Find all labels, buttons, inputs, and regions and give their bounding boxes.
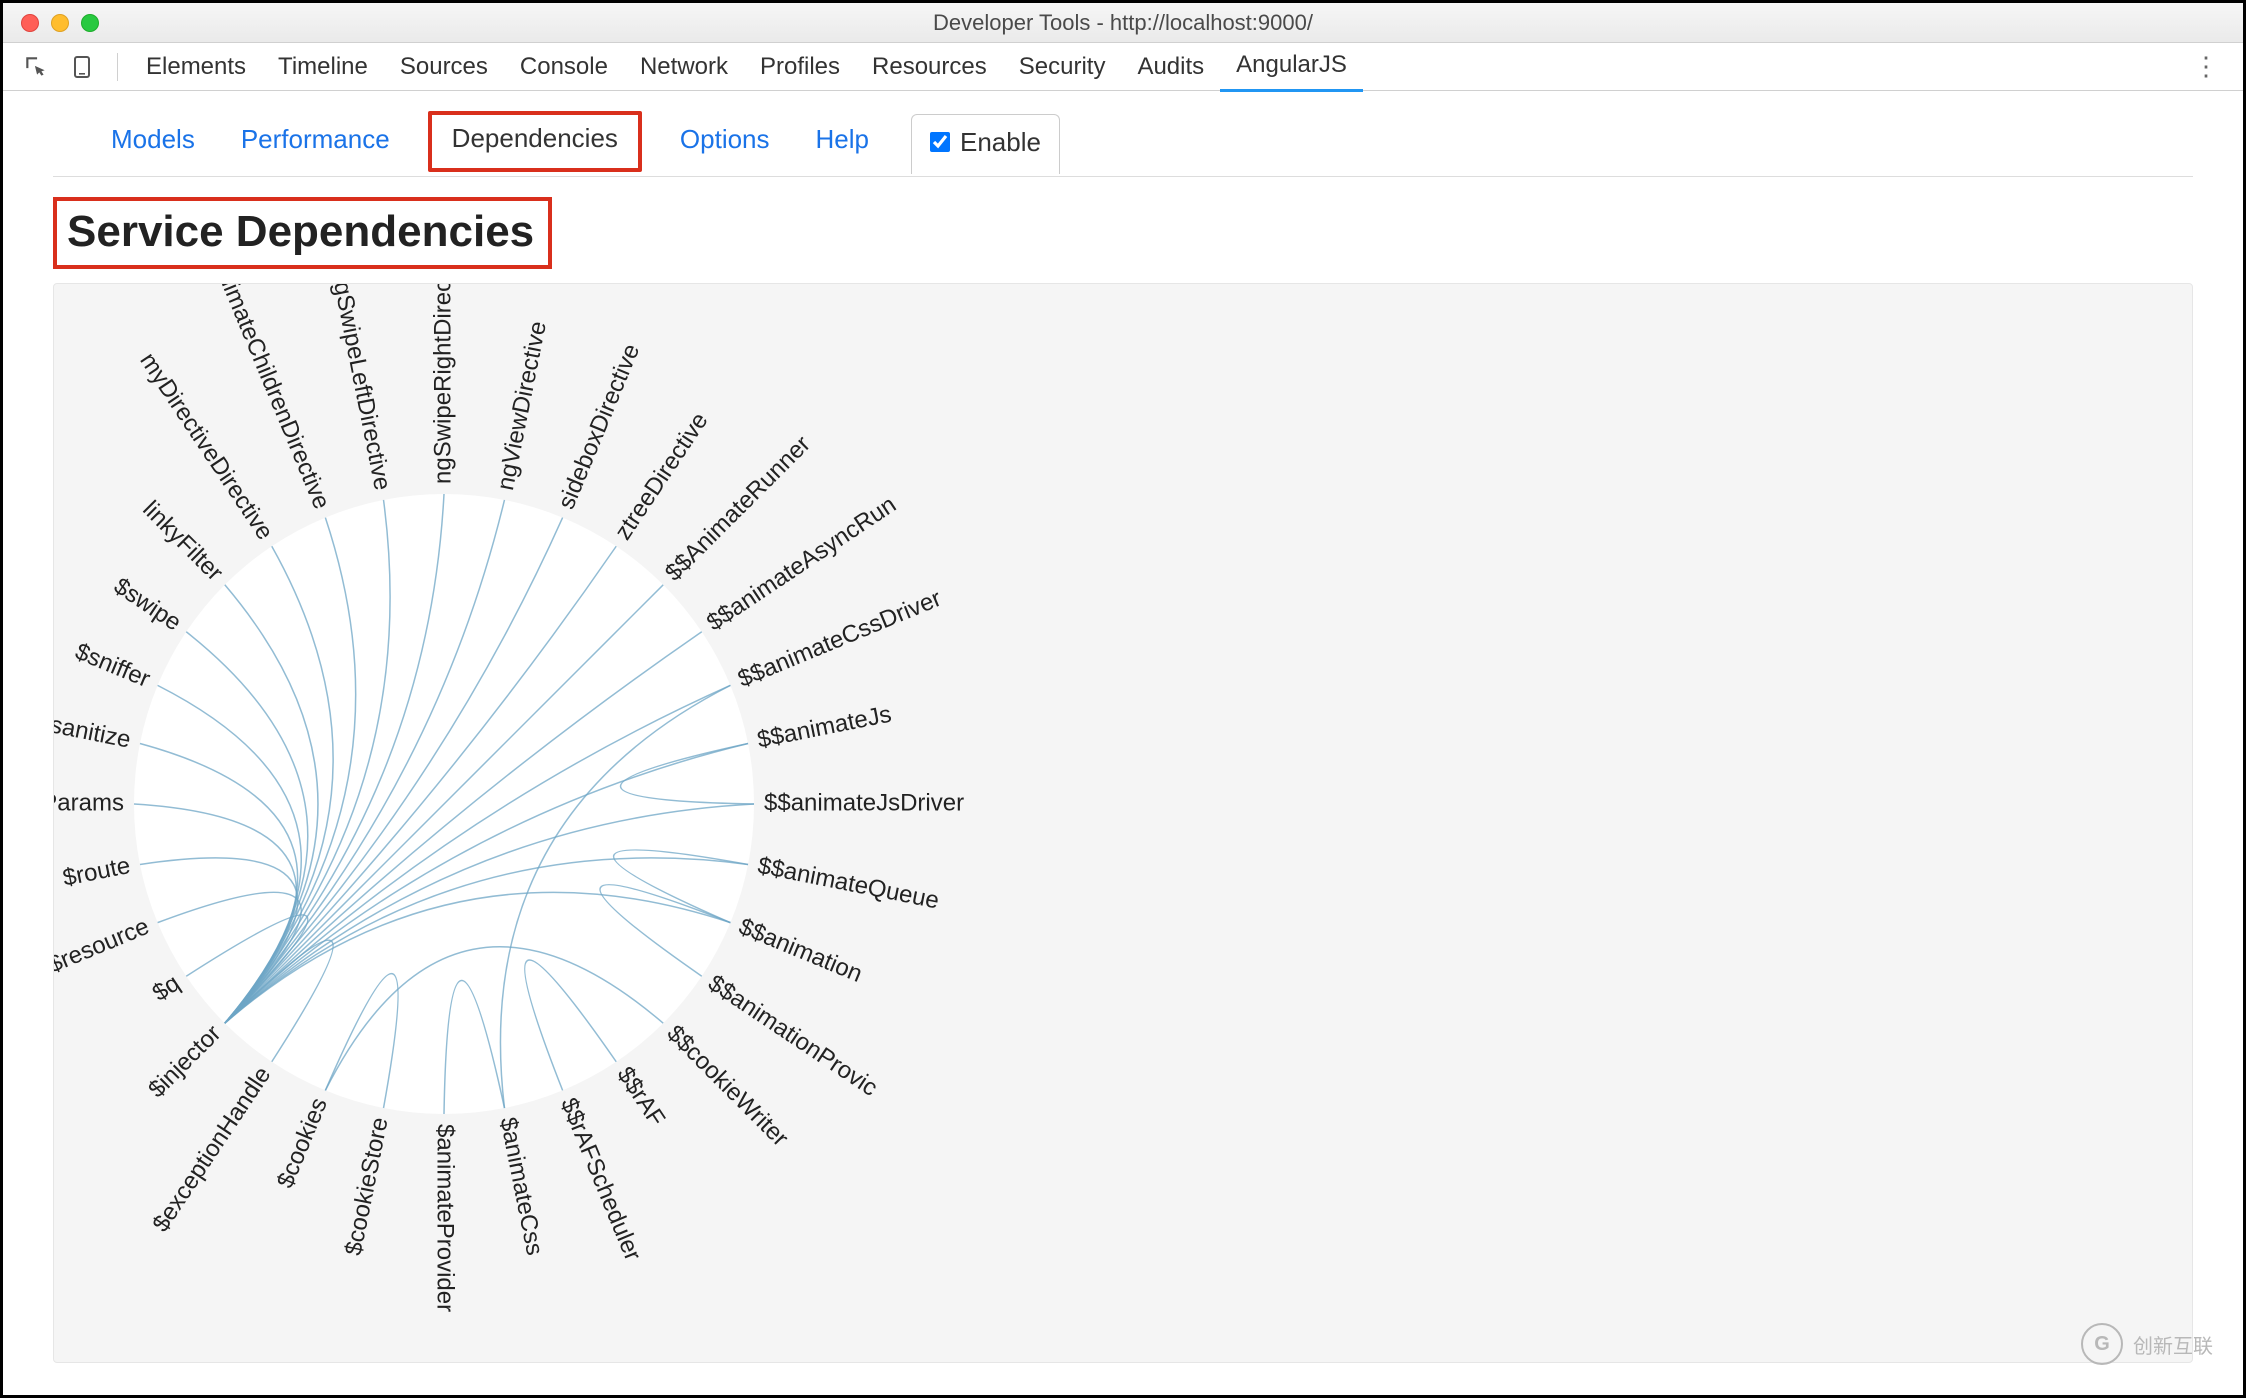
more-options-icon[interactable]: ⋮ bbox=[2179, 51, 2233, 82]
enable-toggle-wrap: Enable bbox=[911, 114, 1060, 174]
watermark-text: 创新互联 bbox=[2133, 1330, 2213, 1359]
heading-highlight: Service Dependencies bbox=[53, 197, 552, 269]
chord-node-label[interactable]: $$rAF bbox=[612, 1062, 671, 1131]
tab-elements[interactable]: Elements bbox=[130, 43, 262, 91]
chord-node-label[interactable]: $$rAFScheduler bbox=[555, 1094, 646, 1265]
page-title: Service Dependencies bbox=[67, 207, 534, 257]
chord-node-label[interactable]: $routeParams bbox=[53, 789, 124, 816]
watermark-logo-icon: G bbox=[2081, 1323, 2123, 1365]
chord-node-label[interactable]: $animateCss bbox=[494, 1115, 548, 1258]
enable-checkbox[interactable] bbox=[930, 132, 950, 152]
window-title-bar: Developer Tools - http://localhost:9000/ bbox=[3, 3, 2243, 43]
chord-node-label[interactable]: $cookies bbox=[272, 1094, 333, 1192]
chord-node-label[interactable]: ngSwipeRightDirective bbox=[429, 283, 456, 484]
subnav-help[interactable]: Help bbox=[808, 112, 877, 175]
chord-node-label[interactable]: ztreeDirective bbox=[610, 408, 714, 545]
chord-node-label[interactable]: $sanitize bbox=[53, 709, 133, 754]
chord-node-label[interactable]: ngViewDirective bbox=[492, 319, 552, 493]
chord-node-label[interactable]: $$animation bbox=[735, 913, 866, 988]
chord-node-label[interactable]: $$cookieWriter bbox=[662, 1020, 794, 1152]
content-area: Service Dependencies ngSwipeRightDirecti… bbox=[3, 177, 2243, 1383]
tab-sources[interactable]: Sources bbox=[384, 43, 504, 91]
chord-node-label[interactable]: $q bbox=[148, 970, 185, 1007]
angularjs-subnav: Models Performance Dependencies Options … bbox=[53, 91, 2193, 177]
chord-node-label[interactable]: $$animateJs bbox=[755, 701, 894, 754]
subnav-options[interactable]: Options bbox=[672, 112, 778, 175]
chord-node-label[interactable]: sideboxDirective bbox=[553, 340, 645, 513]
tab-console[interactable]: Console bbox=[504, 43, 624, 91]
tab-profiles[interactable]: Profiles bbox=[744, 43, 856, 91]
chord-node-label[interactable]: $resource bbox=[53, 913, 153, 979]
minimize-window-button[interactable] bbox=[51, 14, 69, 32]
tab-timeline[interactable]: Timeline bbox=[262, 43, 384, 91]
dependency-chord-diagram: ngSwipeRightDirective ngViewDirectiveside… bbox=[53, 283, 1404, 1363]
window-title: Developer Tools - http://localhost:9000/ bbox=[3, 10, 2243, 36]
subnav-dependencies[interactable]: Dependencies bbox=[444, 111, 626, 173]
chord-node-label[interactable]: ngSwipeLeftDirective bbox=[325, 283, 395, 493]
tab-security[interactable]: Security bbox=[1003, 43, 1122, 91]
inspect-element-icon[interactable] bbox=[21, 52, 51, 82]
chord-node-label[interactable]: linkyFilter bbox=[137, 496, 228, 587]
watermark: G 创新互联 bbox=[2081, 1323, 2213, 1365]
maximize-window-button[interactable] bbox=[81, 14, 99, 32]
chord-node-label[interactable]: $$animateQueue bbox=[755, 852, 941, 914]
close-window-button[interactable] bbox=[21, 14, 39, 32]
chord-node-label[interactable]: $route bbox=[61, 852, 133, 892]
chord-node-label[interactable]: $$animateJsDriver bbox=[764, 789, 964, 816]
device-mode-icon[interactable] bbox=[67, 52, 97, 82]
subnav-models[interactable]: Models bbox=[103, 112, 203, 175]
tab-audits[interactable]: Audits bbox=[1121, 43, 1220, 91]
chord-node-label[interactable]: $swipe bbox=[109, 573, 186, 637]
tab-network[interactable]: Network bbox=[624, 43, 744, 91]
dependency-chart-panel: ngSwipeRightDirective ngViewDirectiveside… bbox=[53, 283, 2193, 1363]
tab-angularjs[interactable]: AngularJS bbox=[1220, 41, 1363, 92]
traffic-lights bbox=[3, 14, 99, 32]
tab-resources[interactable]: Resources bbox=[856, 43, 1003, 91]
subnav-performance[interactable]: Performance bbox=[233, 112, 398, 175]
enable-label: Enable bbox=[960, 127, 1041, 158]
devtools-toolbar: Elements Timeline Sources Console Networ… bbox=[3, 43, 2243, 91]
chord-node-label[interactable]: $cookieStore bbox=[340, 1115, 394, 1258]
chord-node-label[interactable]: $animateProvider bbox=[432, 1124, 459, 1312]
subnav-dependencies-highlight: Dependencies bbox=[428, 111, 642, 172]
chord-node-label[interactable]: $injector bbox=[143, 1020, 226, 1103]
chord-node-label[interactable]: $sniffer bbox=[71, 638, 154, 693]
toolbar-separator bbox=[117, 53, 118, 81]
